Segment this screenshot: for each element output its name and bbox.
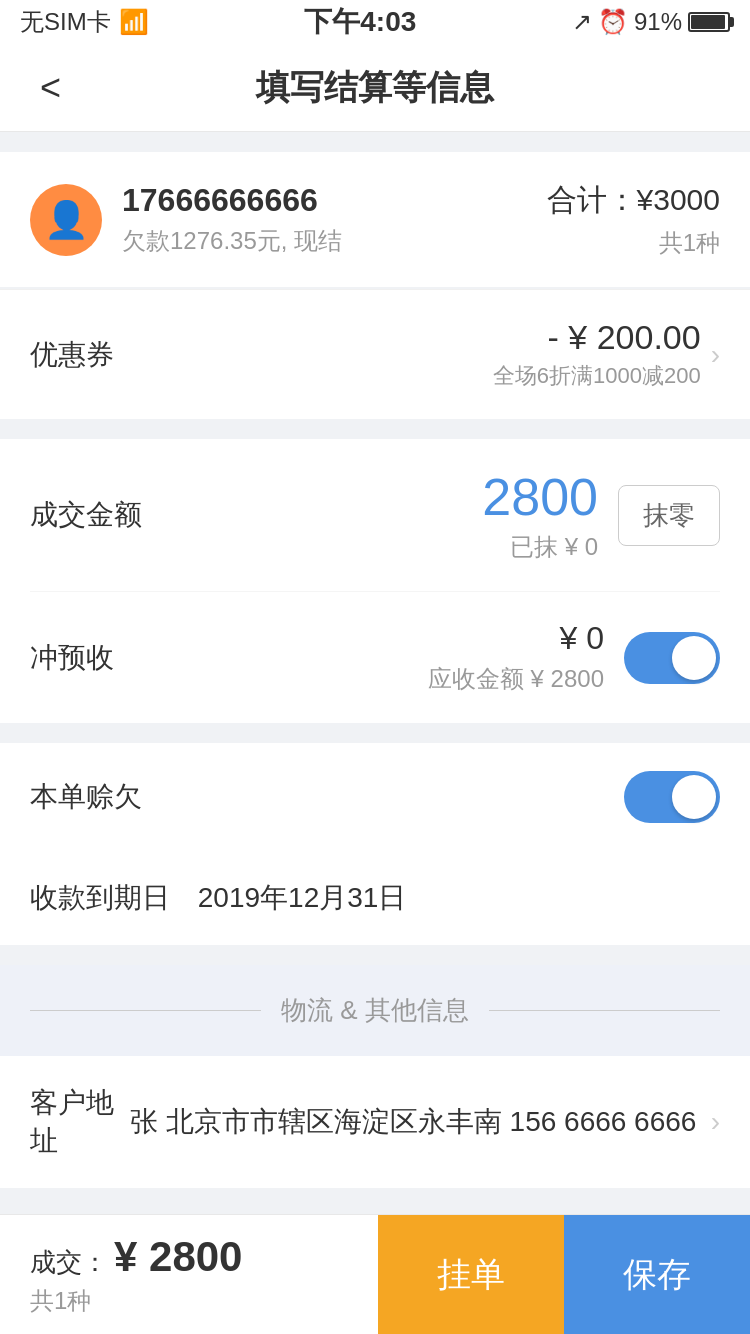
credit-toggle-knob (672, 775, 716, 819)
credit-label: 本单赊欠 (30, 778, 624, 816)
status-left: 无SIM卡 📶 (20, 6, 149, 38)
logistics-line-right (489, 1010, 720, 1011)
footer-bar: 成交： ¥ 2800 共1种 挂单 保存 (0, 1214, 750, 1334)
status-bar: 无SIM卡 📶 下午4:03 ↗ ⏰ 91% (0, 0, 750, 44)
coupon-row[interactable]: 优惠券 - ¥ 200.00 全场6折满1000减200 › (0, 289, 750, 419)
coupon-discount: - ¥ 200.00 (493, 318, 701, 357)
customer-total: 合计：¥3000 共1种 (547, 180, 720, 259)
status-time: 下午4:03 (304, 3, 416, 41)
duedate-label: 收款到期日 (30, 882, 170, 913)
separator-2 (0, 723, 750, 743)
chong-row: 冲预收 ¥ 0 应收金额 ¥ 2800 (30, 592, 720, 723)
address-chevron-icon: › (711, 1106, 720, 1138)
amount-section: 成交金额 2800 已抹 ¥ 0 抹零 冲预收 ¥ 0 应收金额 ¥ 2800 (0, 439, 750, 723)
toggle-knob (672, 636, 716, 680)
duedate-row: 收款到期日 2019年12月31日 (0, 851, 750, 945)
duedate-value: 2019年12月31日 (198, 882, 407, 913)
battery-percent: 91% (634, 8, 682, 36)
back-button[interactable]: < (30, 57, 71, 119)
hang-button[interactable]: 挂单 (378, 1215, 564, 1335)
separator-1 (0, 419, 750, 439)
separator-3 (0, 945, 750, 965)
deal-amount-row: 成交金额 2800 已抹 ¥ 0 抹零 (30, 439, 720, 592)
footer-deal-label: 成交： (30, 1245, 108, 1280)
deal-value-block: 2800 已抹 ¥ 0 (482, 467, 598, 563)
total-count: 共1种 (547, 227, 720, 259)
credit-row: 本单赊欠 (30, 743, 720, 851)
deal-amount: 2800 (482, 467, 598, 527)
coupon-desc: 全场6折满1000减200 (493, 361, 701, 391)
save-button[interactable]: 保存 (564, 1215, 750, 1335)
page-title: 填写结算等信息 (256, 65, 494, 111)
chong-right: ¥ 0 应收金额 ¥ 2800 (428, 620, 604, 695)
footer-info: 成交： ¥ 2800 共1种 (0, 1233, 378, 1317)
coupon-value-block: - ¥ 200.00 全场6折满1000减200 (493, 318, 701, 391)
alarm-icon: ⏰ (598, 8, 628, 36)
avatar: 👤 (30, 184, 102, 256)
battery-icon (688, 12, 730, 32)
nav-bar: < 填写结算等信息 (0, 44, 750, 132)
total-amount: 合计：¥3000 (547, 180, 720, 221)
wifi-icon: 📶 (119, 8, 149, 36)
address-row[interactable]: 客户地址 张 北京市市辖区海淀区永丰南 156 6666 6666 › (0, 1056, 750, 1188)
logistics-line-left (30, 1010, 261, 1011)
footer-count: 共1种 (30, 1285, 348, 1317)
chong-label: 冲预收 (30, 639, 428, 677)
chevron-right-icon: › (711, 339, 720, 371)
chong-toggle[interactable] (624, 632, 720, 684)
address-label: 客户地址 (30, 1084, 130, 1160)
coupon-label: 优惠券 (30, 336, 493, 374)
logistics-text: 物流 & 其他信息 (261, 993, 489, 1028)
avatar-icon: 👤 (44, 199, 89, 241)
customer-debt: 欠款1276.35元, 现结 (122, 225, 547, 257)
customer-phone: 17666666666 (122, 182, 547, 219)
credit-section: 本单赊欠 (0, 743, 750, 851)
chong-amount: ¥ 0 (560, 620, 604, 657)
footer-amount: ¥ 2800 (114, 1233, 242, 1281)
round-button[interactable]: 抹零 (618, 485, 720, 546)
location-icon: ↗ (572, 8, 592, 36)
status-right: ↗ ⏰ 91% (572, 8, 730, 36)
deal-rounded: 已抹 ¥ 0 (482, 531, 598, 563)
credit-toggle[interactable] (624, 771, 720, 823)
carrier-text: 无SIM卡 (20, 6, 111, 38)
chong-receivable: 应收金额 ¥ 2800 (428, 663, 604, 695)
logistics-header: 物流 & 其他信息 (0, 965, 750, 1056)
address-value: 张 北京市市辖区海淀区永丰南 156 6666 6666 (130, 1100, 711, 1145)
customer-info: 17666666666 欠款1276.35元, 现结 (122, 182, 547, 257)
customer-card: 👤 17666666666 欠款1276.35元, 现结 合计：¥3000 共1… (0, 152, 750, 287)
deal-label: 成交金额 (30, 496, 482, 534)
